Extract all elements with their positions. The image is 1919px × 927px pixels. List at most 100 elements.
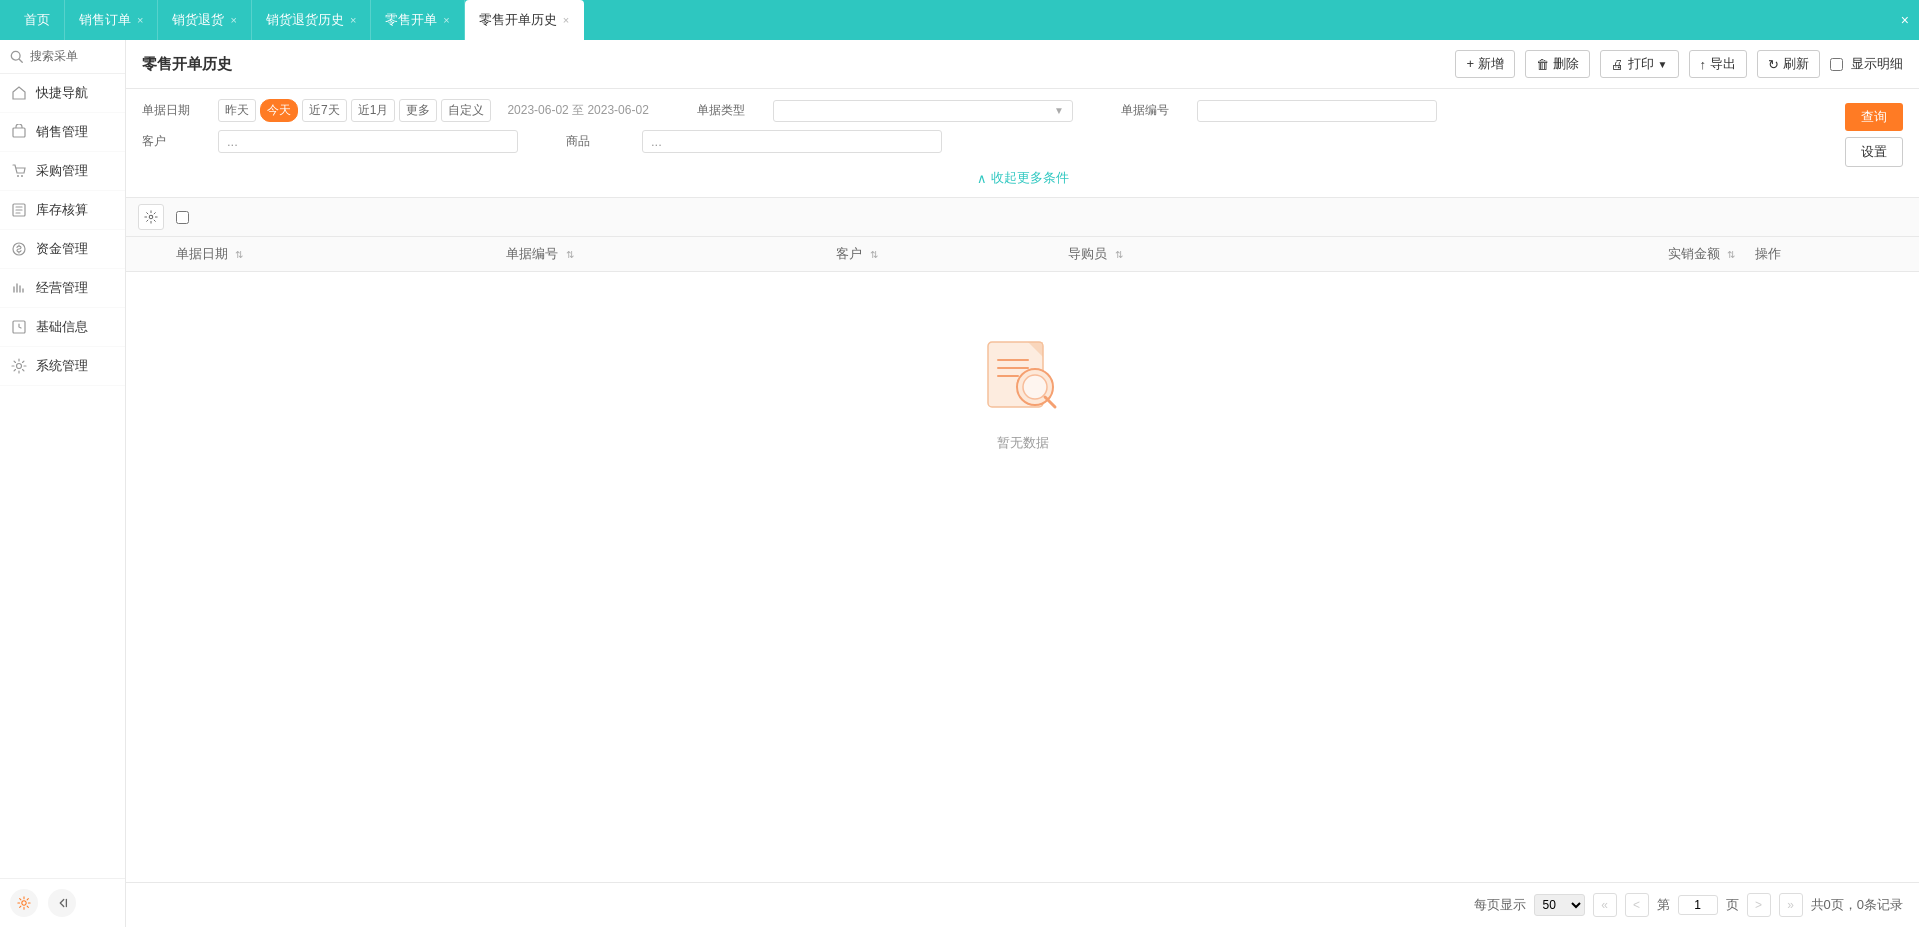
collapse-sidebar-button[interactable] [48, 889, 76, 917]
print-button[interactable]: 🖨 打印 ▼ [1600, 50, 1679, 78]
svg-point-8 [17, 364, 22, 369]
print-icon: 🖨 [1611, 57, 1624, 72]
home-icon [10, 84, 28, 102]
table-settings-button[interactable] [138, 204, 164, 230]
empty-text: 暂无数据 [997, 434, 1049, 452]
th-checkbox [126, 237, 166, 272]
purchase-icon [10, 162, 28, 180]
page-number-input[interactable] [1678, 895, 1718, 915]
date-btn-more[interactable]: 更多 [399, 99, 437, 122]
sidebar-item-base-info[interactable]: 基础信息 [0, 308, 125, 347]
toolbar: + 新增 🗑 删除 🖨 打印 ▼ ↑ 导出 [1455, 50, 1903, 88]
filter-row-customer: 客户 ... 商品 ... [142, 130, 1829, 153]
main-layout: 搜索采单 快捷导航 销售管理 [0, 40, 1919, 927]
svg-rect-2 [13, 128, 25, 137]
sidebar-item-system[interactable]: 系统管理 [0, 347, 125, 386]
th-amount[interactable]: 实销金额 ⇅ [1415, 237, 1745, 272]
filter-row-date: 单据日期 昨天 今天 近7天 近1月 更多 自定义 2023-06-02 至 2… [142, 99, 1829, 122]
sidebar: 搜索采单 快捷导航 销售管理 [0, 40, 126, 927]
th-number[interactable]: 单据编号 ⇅ [496, 237, 826, 272]
date-btn-custom[interactable]: 自定义 [441, 99, 491, 122]
date-range-display: 2023-06-02 至 2023-06-02 [507, 102, 648, 119]
doc-number-input[interactable] [1197, 100, 1437, 122]
sort-number-icon: ⇅ [566, 249, 574, 260]
svg-point-4 [21, 175, 23, 177]
pagination: 每页显示 20 50 100 « < 第 页 > » 共0页，0条记录 [126, 882, 1919, 927]
chevron-up-icon: ∧ [977, 171, 987, 186]
th-customer[interactable]: 客户 ⇅ [826, 237, 1058, 272]
th-actions: 操作 [1745, 237, 1919, 272]
date-btn-7days[interactable]: 近7天 [302, 99, 347, 122]
first-page-button[interactable]: « [1593, 893, 1617, 917]
tab-home[interactable]: 首页 [10, 0, 65, 40]
tab-sales-return[interactable]: 销货退货 × [158, 0, 251, 40]
empty-illustration [973, 332, 1073, 422]
finance-icon [10, 240, 28, 258]
top-bar-right: × [1901, 12, 1909, 28]
delete-button[interactable]: 🗑 删除 [1525, 50, 1590, 78]
tab-list: 首页 销售订单 × 销货退货 × 销货退货历史 × 零售开单 × 零售开单历史 … [10, 0, 584, 40]
data-table: 单据日期 ⇅ 单据编号 ⇅ 客户 ⇅ 导购员 ⇅ [126, 237, 1919, 272]
tab-close-sales-return[interactable]: × [230, 14, 236, 26]
sidebar-item-inventory[interactable]: 库存核算 [0, 191, 125, 230]
tab-retail-open-history[interactable]: 零售开单历史 × [465, 0, 584, 40]
th-date[interactable]: 单据日期 ⇅ [166, 237, 496, 272]
prev-page-button[interactable]: < [1625, 893, 1649, 917]
filter-area: 单据日期 昨天 今天 近7天 近1月 更多 自定义 2023-06-02 至 2… [126, 89, 1919, 198]
sort-date-icon: ⇅ [235, 249, 243, 260]
date-btn-1month[interactable]: 近1月 [351, 99, 396, 122]
page-header: 零售开单历史 + 新增 🗑 删除 🖨 打印 ▼ ↑ [126, 40, 1919, 89]
doc-type-select[interactable]: ▼ [773, 100, 1073, 122]
query-button[interactable]: 查询 [1845, 103, 1903, 131]
tab-close-sales-order[interactable]: × [137, 14, 143, 26]
show-detail-checkbox[interactable] [1830, 58, 1843, 71]
search-icon [10, 49, 24, 65]
sidebar-item-sales-mgmt[interactable]: 销售管理 [0, 113, 125, 152]
export-icon: ↑ [1700, 57, 1707, 72]
page-size-select[interactable]: 20 50 100 [1534, 894, 1585, 916]
add-button[interactable]: + 新增 [1455, 50, 1514, 78]
show-detail-checkbox-label[interactable]: 显示明细 [1830, 55, 1903, 73]
sidebar-search[interactable]: 搜索采单 [0, 40, 125, 74]
tab-close-retail-open[interactable]: × [443, 14, 449, 26]
date-btn-today[interactable]: 今天 [260, 99, 298, 122]
collapse-more-button[interactable]: ∧ 收起更多条件 [142, 169, 1903, 187]
gear-button[interactable] [10, 889, 38, 917]
export-button[interactable]: ↑ 导出 [1689, 50, 1748, 78]
empty-state: 暂无数据 [126, 272, 1919, 512]
sort-customer-icon: ⇅ [870, 249, 878, 260]
inventory-icon [10, 201, 28, 219]
product-input[interactable]: ... [642, 130, 942, 153]
sidebar-item-operations[interactable]: 经营管理 [0, 269, 125, 308]
th-salesperson[interactable]: 导购员 ⇅ [1058, 237, 1339, 272]
refresh-button[interactable]: ↻ 刷新 [1757, 50, 1820, 78]
select-all-checkbox[interactable] [176, 211, 189, 224]
sidebar-item-purchase-mgmt[interactable]: 采购管理 [0, 152, 125, 191]
close-window-button[interactable]: × [1901, 12, 1909, 28]
date-filter-buttons: 昨天 今天 近7天 近1月 更多 自定义 [218, 99, 491, 122]
tab-sales-order[interactable]: 销售订单 × [65, 0, 158, 40]
sidebar-item-finance[interactable]: 资金管理 [0, 230, 125, 269]
svg-point-9 [22, 901, 26, 905]
operations-icon [10, 279, 28, 297]
settings-button[interactable]: 设置 [1845, 137, 1903, 167]
sidebar-bottom [0, 878, 125, 927]
refresh-icon: ↻ [1768, 57, 1779, 72]
sidebar-item-quick-nav[interactable]: 快捷导航 [0, 74, 125, 113]
sales-icon [10, 123, 28, 141]
customer-input[interactable]: ... [218, 130, 518, 153]
delete-icon: 🗑 [1536, 57, 1549, 72]
system-icon [10, 357, 28, 375]
chevron-down-icon: ▼ [1054, 105, 1064, 116]
table-area: 单据日期 ⇅ 单据编号 ⇅ 客户 ⇅ 导购员 ⇅ [126, 198, 1919, 882]
page-title: 零售开单历史 [142, 55, 232, 84]
last-page-button[interactable]: » [1779, 893, 1803, 917]
date-btn-yesterday[interactable]: 昨天 [218, 99, 256, 122]
tab-sales-return-history[interactable]: 销货退货历史 × [252, 0, 371, 40]
tab-retail-open[interactable]: 零售开单 × [371, 0, 464, 40]
next-page-button[interactable]: > [1747, 893, 1771, 917]
sort-amount-icon: ⇅ [1727, 249, 1735, 260]
tab-close-retail-open-history[interactable]: × [563, 14, 569, 26]
total-info: 共0页，0条记录 [1811, 896, 1903, 914]
tab-close-sales-return-history[interactable]: × [350, 14, 356, 26]
